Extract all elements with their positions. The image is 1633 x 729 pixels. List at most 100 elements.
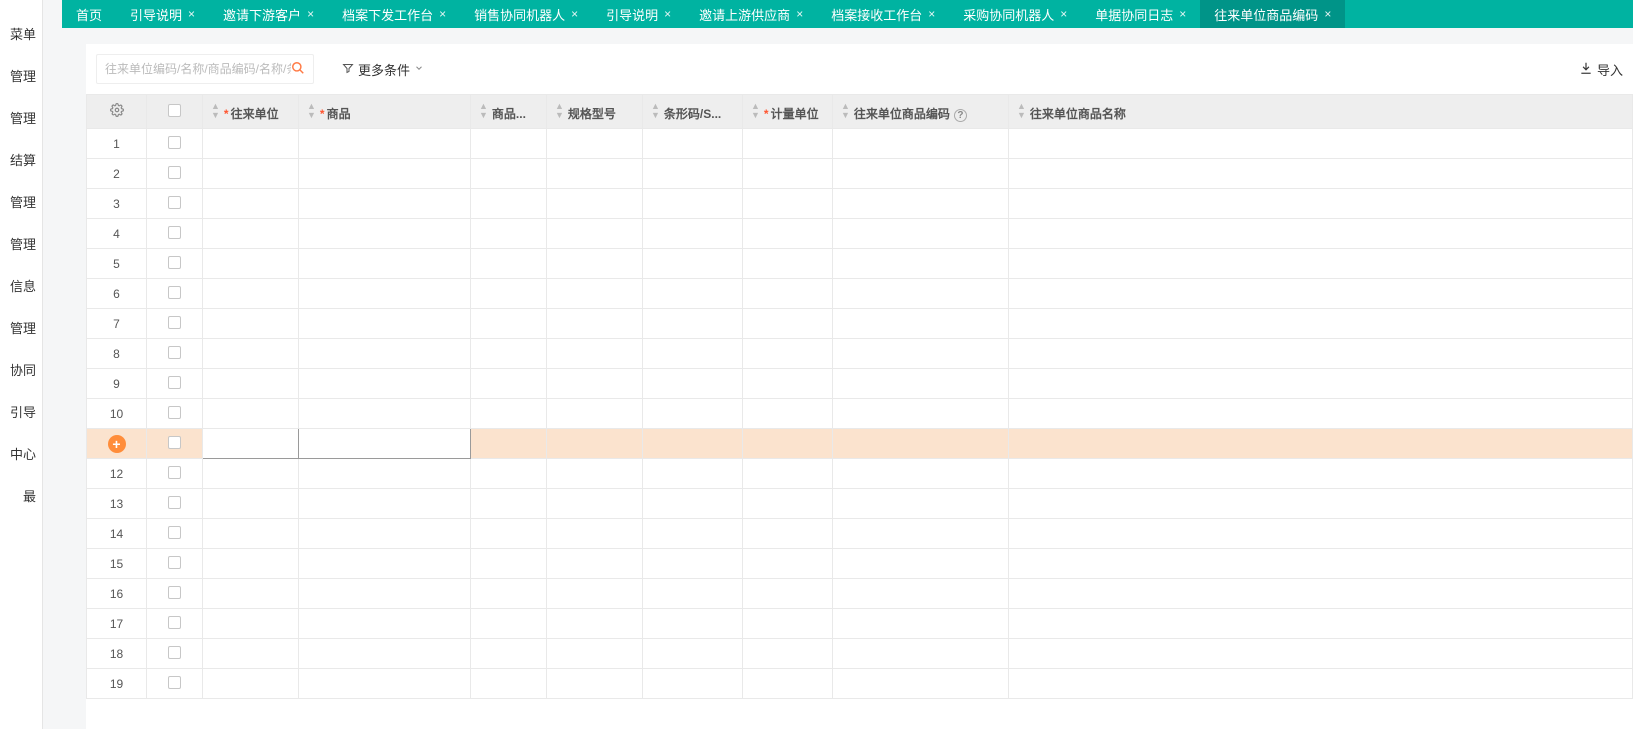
cell[interactable] [743,339,833,369]
tab[interactable]: 邀请下游客户× [209,0,328,28]
cell[interactable] [643,309,743,339]
cell[interactable] [547,639,643,669]
close-icon[interactable]: × [571,8,578,20]
cell[interactable] [299,399,471,429]
cell[interactable] [743,579,833,609]
cell[interactable] [203,369,299,399]
cell[interactable] [833,159,1009,189]
cell[interactable] [203,189,299,219]
cell[interactable] [743,489,833,519]
cell[interactable] [643,399,743,429]
sidebar-item[interactable]: 管理 [0,182,42,224]
cell[interactable] [547,429,643,459]
cell[interactable] [643,579,743,609]
sidebar-item[interactable]: 协同 [0,350,42,392]
cell[interactable] [833,279,1009,309]
table-row[interactable]: + [87,429,1633,459]
cell[interactable] [743,639,833,669]
cell[interactable] [743,549,833,579]
cell[interactable] [203,249,299,279]
row-checkbox[interactable] [168,376,181,389]
cell[interactable] [547,579,643,609]
sort-icon[interactable]: ▲▼ [555,102,564,120]
cell[interactable] [833,339,1009,369]
help-icon[interactable]: ? [954,109,967,122]
cell[interactable] [547,369,643,399]
cell[interactable] [1009,459,1633,489]
cell[interactable] [299,549,471,579]
cell[interactable] [833,129,1009,159]
cell[interactable] [1009,279,1633,309]
cell[interactable] [833,189,1009,219]
cell[interactable] [203,609,299,639]
tab[interactable]: 档案下发工作台× [328,0,460,28]
cell[interactable] [833,639,1009,669]
cell[interactable] [643,639,743,669]
table-row[interactable]: 5 [87,249,1633,279]
cell[interactable] [471,129,547,159]
cell[interactable] [203,159,299,189]
cell[interactable] [643,519,743,549]
cell[interactable] [547,669,643,699]
close-icon[interactable]: × [1324,8,1331,20]
cell[interactable] [643,159,743,189]
cell[interactable] [203,549,299,579]
cell[interactable] [833,249,1009,279]
column-header-ucode[interactable]: ▲▼往来单位商品编码? [833,95,1009,129]
sidebar-item[interactable]: 中心 [0,434,42,476]
cell[interactable] [547,279,643,309]
cell[interactable] [643,459,743,489]
column-header-spec[interactable]: ▲▼规格型号 [547,95,643,129]
cell[interactable] [643,669,743,699]
cell[interactable] [833,459,1009,489]
cell[interactable] [833,369,1009,399]
table-row[interactable]: 6 [87,279,1633,309]
cell[interactable] [299,189,471,219]
cell[interactable] [643,369,743,399]
close-icon[interactable]: × [1060,8,1067,20]
cell[interactable] [203,429,299,459]
tab[interactable]: 首页 [62,0,116,28]
cell[interactable] [743,399,833,429]
cell[interactable] [1009,219,1633,249]
cell[interactable] [643,189,743,219]
row-checkbox[interactable] [168,286,181,299]
table-row[interactable]: 1 [87,129,1633,159]
close-icon[interactable]: × [928,8,935,20]
cell[interactable] [643,129,743,159]
tab[interactable]: 往来单位商品编码× [1200,0,1345,28]
table-row[interactable]: 9 [87,369,1633,399]
row-checkbox[interactable] [168,436,181,449]
cell[interactable] [833,489,1009,519]
cell[interactable] [471,219,547,249]
cell[interactable] [547,129,643,159]
add-row-icon[interactable]: + [108,435,126,453]
table-row[interactable]: 7 [87,309,1633,339]
sidebar-item[interactable]: 最 [0,476,42,518]
search-box[interactable] [96,54,314,84]
cell[interactable] [471,579,547,609]
cell[interactable] [643,279,743,309]
cell[interactable] [203,399,299,429]
table-row[interactable]: 13 [87,489,1633,519]
close-icon[interactable]: × [1179,8,1186,20]
row-checkbox[interactable] [168,196,181,209]
cell[interactable] [299,429,471,459]
row-checkbox[interactable] [168,676,181,689]
cell[interactable] [743,429,833,459]
row-checkbox[interactable] [168,526,181,539]
cell[interactable] [471,429,547,459]
tab[interactable]: 档案接收工作台× [817,0,949,28]
table-row[interactable]: 19 [87,669,1633,699]
sort-icon[interactable]: ▲▼ [307,102,316,120]
cell[interactable] [471,489,547,519]
tab[interactable]: 销售协同机器人× [460,0,592,28]
sort-icon[interactable]: ▲▼ [211,102,220,120]
sidebar-item[interactable]: 菜单 [0,14,42,56]
cell[interactable] [1009,159,1633,189]
column-header-bar[interactable]: ▲▼条形码/S... [643,95,743,129]
column-header-uom[interactable]: ▲▼*计量单位 [743,95,833,129]
cell[interactable] [471,609,547,639]
cell[interactable] [299,519,471,549]
cell[interactable] [743,279,833,309]
